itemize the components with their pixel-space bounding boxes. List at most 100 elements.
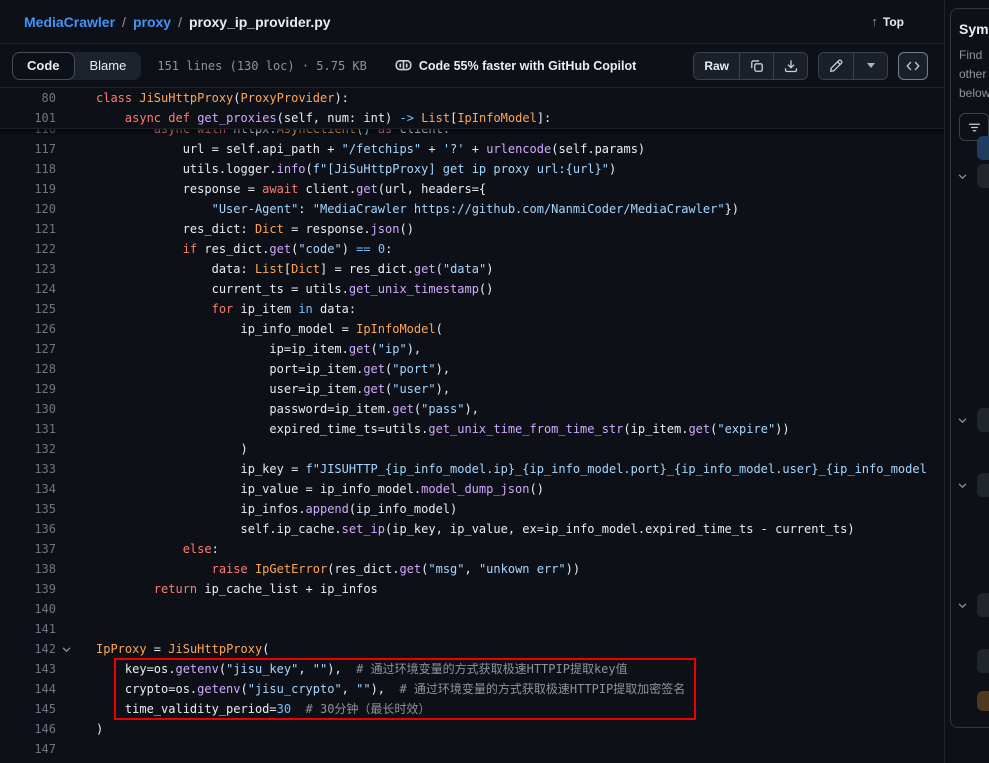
code-symbols-icon <box>906 59 920 73</box>
code-text: if res_dict.get("code") == 0: <box>76 239 392 259</box>
line-number[interactable]: 142 <box>0 639 56 659</box>
line-number[interactable]: 120 <box>0 199 56 219</box>
code-line: 143 key=os.getenv("jisu_key", ""), # 通过环… <box>0 659 944 679</box>
line-number[interactable]: 139 <box>0 579 56 599</box>
code-text: password=ip_item.get("pass"), <box>76 399 479 419</box>
arrow-up-icon: ↑ <box>871 14 878 29</box>
code-blame-switch: Code Blame <box>12 52 141 80</box>
line-number[interactable]: 143 <box>0 659 56 679</box>
breadcrumb-dir-link[interactable]: proxy <box>133 14 171 30</box>
symbol-expand-chevron-icon[interactable] <box>957 169 971 183</box>
tab-code[interactable]: Code <box>12 52 75 80</box>
code-line: 117 url = self.api_path + "/fetchips" + … <box>0 139 944 159</box>
fold-column <box>56 739 76 759</box>
symbol-expand-chevron-icon[interactable] <box>957 413 971 427</box>
symbol-item[interactable] <box>977 691 989 711</box>
symbols-panel-toggle[interactable] <box>898 52 928 80</box>
symbol-expand-chevron-icon[interactable] <box>957 478 971 492</box>
symbols-panel: Symbols Find other below <box>945 0 989 763</box>
back-to-top-link[interactable]: ↑ Top <box>871 14 904 29</box>
code-text <box>76 599 96 619</box>
code-line: 133 ip_key = f"JISUHTTP_{ip_info_model.i… <box>0 459 944 479</box>
line-number[interactable]: 121 <box>0 219 56 239</box>
line-number[interactable]: 123 <box>0 259 56 279</box>
line-number[interactable]: 146 <box>0 719 56 739</box>
line-number[interactable]: 122 <box>0 239 56 259</box>
fold-column <box>56 619 76 639</box>
fold-column <box>56 219 76 239</box>
line-number[interactable]: 138 <box>0 559 56 579</box>
symbols-panel-card: Symbols Find other below <box>950 8 989 728</box>
symbol-item[interactable] <box>977 593 989 617</box>
symbol-expand-chevron-icon[interactable] <box>957 598 971 612</box>
line-number[interactable]: 145 <box>0 699 56 719</box>
copy-icon <box>750 59 764 73</box>
line-number[interactable]: 140 <box>0 599 56 619</box>
line-number[interactable]: 133 <box>0 459 56 479</box>
copy-button[interactable] <box>739 53 773 79</box>
line-number[interactable]: 129 <box>0 379 56 399</box>
fold-column <box>56 179 76 199</box>
line-number[interactable]: 101 <box>0 108 56 128</box>
line-number[interactable]: 118 <box>0 159 56 179</box>
code-text: class JiSuHttpProxy(ProxyProvider): <box>76 88 349 108</box>
code-text: key=os.getenv("jisu_key", ""), # 通过环境变量的… <box>76 659 628 679</box>
code-line: 119 response = await client.get(url, hea… <box>0 179 944 199</box>
file-meta-info: 151 lines (130 loc) · 5.75 KB <box>157 59 367 73</box>
symbol-item[interactable] <box>977 136 989 160</box>
tab-blame[interactable]: Blame <box>75 52 142 80</box>
line-number[interactable]: 131 <box>0 419 56 439</box>
fold-column <box>56 379 76 399</box>
line-number[interactable]: 126 <box>0 319 56 339</box>
symbol-item[interactable] <box>977 473 989 497</box>
code-line: 132 ) <box>0 439 944 459</box>
download-button[interactable] <box>773 53 807 79</box>
copilot-banner-text: Code 55% faster with GitHub Copilot <box>419 59 636 73</box>
fold-column <box>56 299 76 319</box>
code-line: 144 crypto=os.getenv("jisu_crypto", ""),… <box>0 679 944 699</box>
code-line: 101 async def get_proxies(self, num: int… <box>0 108 944 128</box>
line-number[interactable]: 141 <box>0 619 56 639</box>
line-number[interactable]: 137 <box>0 539 56 559</box>
code-line: 146) <box>0 719 944 739</box>
line-number[interactable]: 124 <box>0 279 56 299</box>
code-text: response = await client.get(url, headers… <box>76 179 486 199</box>
symbol-item[interactable] <box>977 408 989 432</box>
line-number[interactable]: 127 <box>0 339 56 359</box>
line-number[interactable]: 136 <box>0 519 56 539</box>
breadcrumb-repo-link[interactable]: MediaCrawler <box>24 14 115 30</box>
edit-dropdown-button[interactable] <box>853 53 887 79</box>
line-number[interactable]: 144 <box>0 679 56 699</box>
code-text <box>76 739 96 759</box>
line-number[interactable]: 130 <box>0 399 56 419</box>
copilot-banner[interactable]: Code 55% faster with GitHub Copilot <box>395 57 636 74</box>
line-number[interactable]: 117 <box>0 139 56 159</box>
line-number[interactable]: 135 <box>0 499 56 519</box>
raw-button[interactable]: Raw <box>694 53 739 79</box>
code-text: ip_info_model = IpInfoModel( <box>76 319 443 339</box>
line-number[interactable]: 80 <box>0 88 56 108</box>
line-number[interactable]: 125 <box>0 299 56 319</box>
fold-column <box>56 159 76 179</box>
code-line: 140 <box>0 599 944 619</box>
fold-column <box>56 579 76 599</box>
code-text: ip_value = ip_info_model.model_dump_json… <box>76 479 544 499</box>
fold-column <box>56 239 76 259</box>
github-code-view: MediaCrawler / proxy / proxy_ip_provider… <box>0 0 989 763</box>
edit-button[interactable] <box>819 53 853 79</box>
line-number[interactable]: 132 <box>0 439 56 459</box>
fold-chevron-icon[interactable] <box>56 639 76 659</box>
symbol-item[interactable] <box>977 649 989 673</box>
line-number[interactable]: 119 <box>0 179 56 199</box>
line-number[interactable]: 134 <box>0 479 56 499</box>
line-number[interactable]: 147 <box>0 739 56 759</box>
symbols-panel-heading: Symbols <box>959 21 989 37</box>
code-line: 136 self.ip_cache.set_ip(ip_key, ip_valu… <box>0 519 944 539</box>
code-line: 142IpProxy = JiSuHttpProxy( <box>0 639 944 659</box>
symbol-item[interactable] <box>977 164 989 188</box>
fold-column <box>56 319 76 339</box>
fold-column <box>56 259 76 279</box>
download-icon <box>784 59 798 73</box>
line-number[interactable]: 128 <box>0 359 56 379</box>
code-text: async def get_proxies(self, num: int) ->… <box>76 108 551 128</box>
